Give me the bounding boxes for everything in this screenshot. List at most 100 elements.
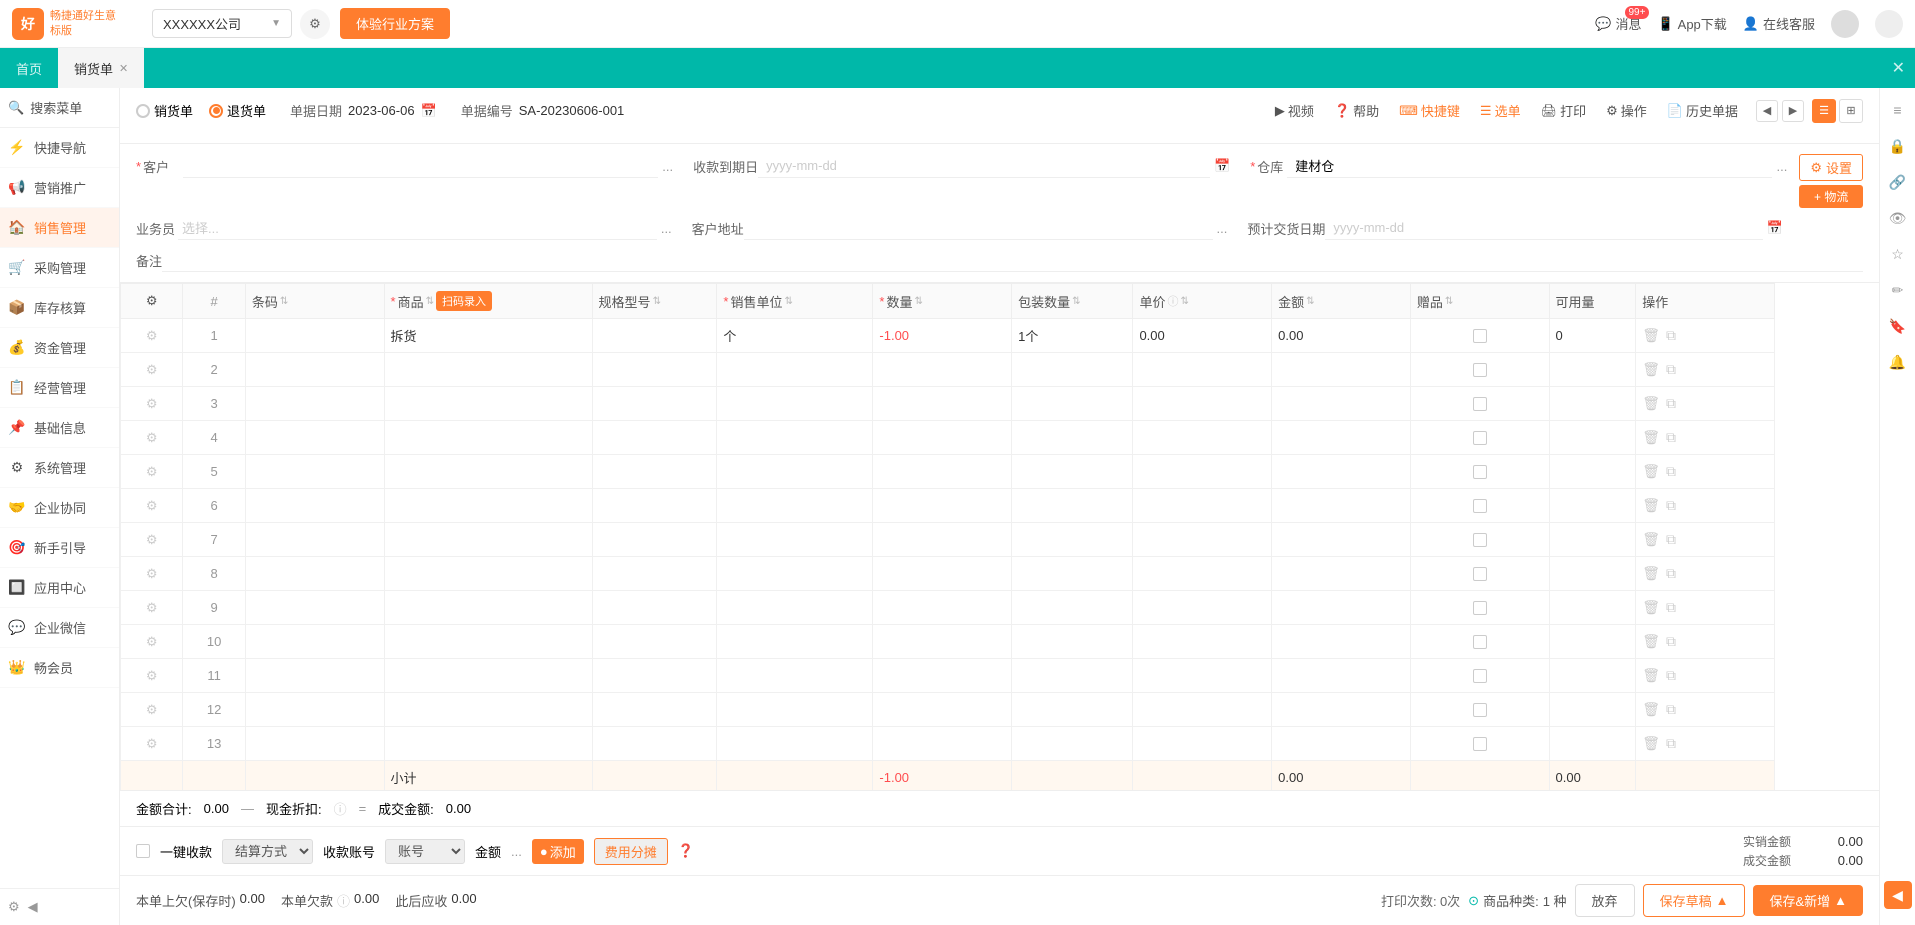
del-10[interactable]: 🗑	[1642, 633, 1660, 650]
user-avatar[interactable]	[1831, 10, 1859, 38]
r12-g[interactable]: ⚙	[121, 693, 183, 727]
copy-11[interactable]: ⧉	[1666, 667, 1676, 684]
r6-g[interactable]: ⚙	[121, 489, 183, 523]
r10-g[interactable]: ⚙	[121, 625, 183, 659]
tab-sales-order[interactable]: 销货单 ✕	[58, 48, 144, 88]
select-btn[interactable]: ☰ 选单	[1474, 98, 1527, 123]
row-barcode-1[interactable]	[245, 319, 384, 353]
r5-g[interactable]: ⚙	[121, 455, 183, 489]
r2-b[interactable]	[245, 353, 384, 387]
r2-spec[interactable]	[592, 353, 717, 387]
copy-3[interactable]: ⧉	[1666, 395, 1676, 412]
grid-view-btn[interactable]: ⊞	[1839, 99, 1863, 123]
tab-close-icon[interactable]: ✕	[119, 62, 128, 75]
sidebar-item-system[interactable]: ⚙ 系统管理	[0, 448, 119, 488]
r3-g[interactable]: ⚙	[121, 387, 183, 421]
history-btn[interactable]: 📄 历史单据	[1661, 98, 1744, 123]
sidebar-item-purchase[interactable]: 🛒 采购管理	[0, 248, 119, 288]
r2-qty[interactable]	[873, 353, 1012, 387]
salesperson-dots[interactable]: ...	[661, 221, 672, 236]
company-selector[interactable]: XXXXXX公司 ▼	[152, 9, 292, 38]
copy-9[interactable]: ⧉	[1666, 599, 1676, 616]
help-btn[interactable]: ❓ 帮助	[1328, 98, 1385, 123]
scan-button[interactable]: 扫码录入	[436, 291, 492, 311]
calendar-icon[interactable]: 📅	[421, 103, 437, 119]
payment-account-select[interactable]: 账号	[385, 839, 465, 864]
rp-eye-icon[interactable]: 👁	[1884, 204, 1912, 232]
row-spec-1[interactable]	[592, 319, 717, 353]
sidebar-item-operations[interactable]: 📋 经营管理	[0, 368, 119, 408]
note-input[interactable]	[162, 248, 1863, 272]
copy-icon-1[interactable]: ⧉	[1666, 327, 1676, 344]
sidebar-item-marketing[interactable]: 📢 营销推广	[0, 168, 119, 208]
del-9[interactable]: 🗑	[1642, 599, 1660, 616]
copy-7[interactable]: ⧉	[1666, 531, 1676, 548]
r11-g[interactable]: ⚙	[121, 659, 183, 693]
salesperson-input[interactable]: 选择...	[178, 216, 657, 240]
tab-home[interactable]: 首页	[0, 48, 58, 88]
r4-g[interactable]: ⚙	[121, 421, 183, 455]
copy-4[interactable]: ⧉	[1666, 429, 1676, 446]
del-13[interactable]: 🗑	[1642, 735, 1660, 752]
warehouse-input[interactable]: 建材仓	[1287, 154, 1772, 178]
th-gear[interactable]: ⚙	[121, 284, 183, 319]
payment-method-select[interactable]: 结算方式	[222, 839, 313, 864]
customer-address-input[interactable]	[744, 216, 1213, 240]
r7-g[interactable]: ⚙	[121, 523, 183, 557]
row-gear-1[interactable]: ⚙	[121, 319, 183, 353]
sidebar-item-collab[interactable]: 🤝 企业协同	[0, 488, 119, 528]
print-btn[interactable]: 🖨 打印	[1535, 98, 1593, 123]
message-button[interactable]: 💬 消息 99+	[1595, 14, 1641, 33]
warehouse-dots[interactable]: ...	[1776, 159, 1787, 174]
copy-10[interactable]: ⧉	[1666, 633, 1676, 650]
address-dots[interactable]: ...	[1217, 221, 1228, 236]
sidebar-item-finance[interactable]: 💰 资金管理	[0, 328, 119, 368]
row-amount-1[interactable]: 0.00	[1272, 319, 1411, 353]
del-12[interactable]: 🗑	[1642, 701, 1660, 718]
due-date-cal-icon[interactable]: 📅	[1214, 158, 1230, 174]
trial-button[interactable]: 体验行业方案	[340, 8, 450, 39]
tab-panel-close[interactable]: ✕	[1892, 58, 1905, 78]
r2-amount[interactable]	[1272, 353, 1411, 387]
copy-5[interactable]: ⧉	[1666, 463, 1676, 480]
del-6[interactable]: 🗑	[1642, 497, 1660, 514]
row-gift-1[interactable]	[1410, 319, 1549, 353]
save-draft-button[interactable]: 保存草稿 ▲	[1643, 884, 1746, 917]
customer-input[interactable]	[183, 154, 658, 178]
copy-2[interactable]: ⧉	[1666, 361, 1676, 378]
r2-pkg[interactable]	[1012, 353, 1133, 387]
add-payment-button[interactable]: ● 添加	[532, 839, 584, 864]
online-support-button[interactable]: 👤 在线客服	[1743, 14, 1815, 33]
row-pkg-1[interactable]: 1个	[1012, 319, 1133, 353]
rp-link-icon[interactable]: 🔗	[1884, 168, 1912, 196]
due-date-input[interactable]: yyyy-mm-dd	[758, 154, 1210, 178]
user-avatar-extra[interactable]	[1875, 10, 1903, 38]
row-price-1[interactable]: 0.00	[1133, 319, 1272, 353]
copy-13[interactable]: ⧉	[1666, 735, 1676, 752]
row-goods-1[interactable]: 拆货	[384, 319, 592, 353]
row-unit-1[interactable]: 个	[717, 319, 873, 353]
del-3[interactable]: 🗑	[1642, 395, 1660, 412]
sidebar-settings-icon[interactable]: ⚙	[8, 899, 20, 915]
rp-list-icon[interactable]: ≡	[1884, 96, 1912, 124]
discard-button[interactable]: 放弃	[1575, 884, 1635, 917]
r2-goods[interactable]	[384, 353, 592, 387]
sidebar-item-member[interactable]: 👑 畅会员	[0, 648, 119, 688]
del-7[interactable]: 🗑	[1642, 531, 1660, 548]
r8-g[interactable]: ⚙	[121, 557, 183, 591]
fee-split-button[interactable]: 费用分摊	[594, 838, 668, 865]
sidebar-item-sales[interactable]: 🏠 销售管理	[0, 208, 119, 248]
del-2[interactable]: 🗑	[1642, 361, 1660, 378]
rp-bookmark-icon[interactable]: 🔖	[1884, 312, 1912, 340]
fee-help-icon[interactable]: ❓	[678, 843, 694, 859]
one-click-checkbox[interactable]	[136, 844, 150, 858]
radio-return-order[interactable]: 退货单	[209, 101, 266, 120]
r13-g[interactable]: ⚙	[121, 727, 183, 761]
copy-12[interactable]: ⧉	[1666, 701, 1676, 718]
sidebar-item-basics[interactable]: 📌 基础信息	[0, 408, 119, 448]
sidebar-item-tutorial[interactable]: 🎯 新手引导	[0, 528, 119, 568]
settings-button[interactable]: ⚙ 设置	[1799, 154, 1863, 181]
video-btn[interactable]: ▶ 视频	[1269, 98, 1320, 123]
save-new-button[interactable]: 保存&新增 ▲	[1753, 885, 1863, 916]
del-11[interactable]: 🗑	[1642, 667, 1660, 684]
